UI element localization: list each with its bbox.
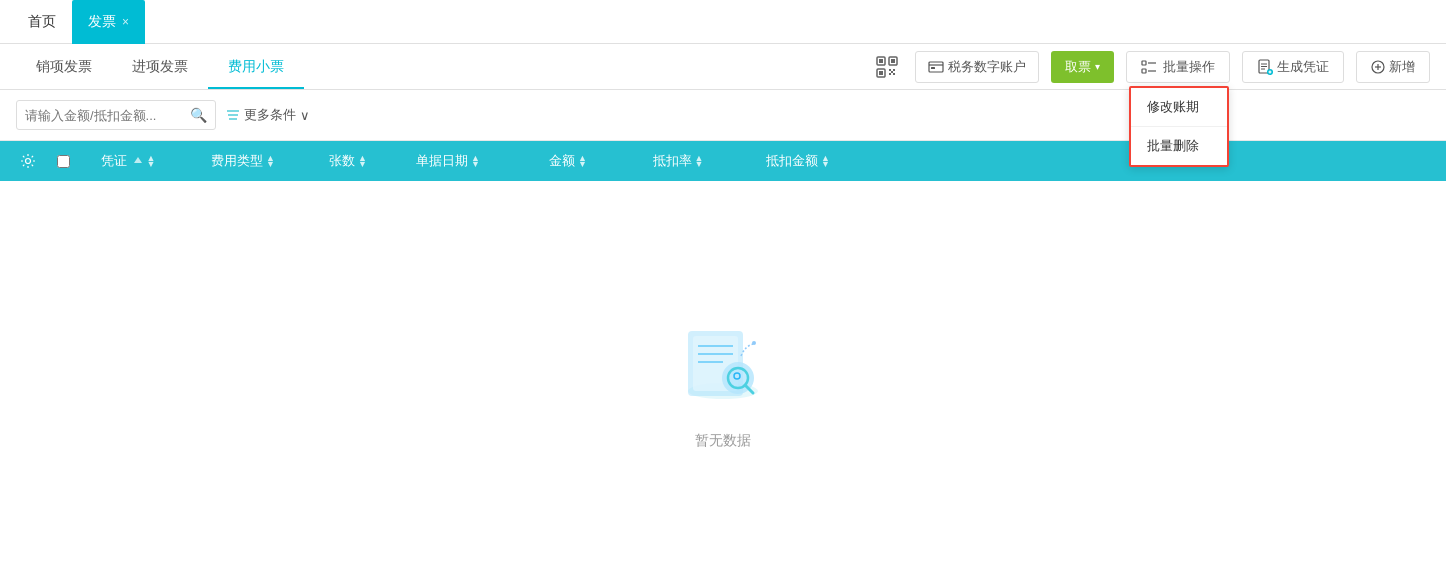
col-amount: 金额 ▲▼: [508, 152, 628, 170]
search-box[interactable]: 🔍: [16, 100, 216, 130]
tax-account-label: 税务数字账户: [948, 58, 1026, 76]
main-content: 🔍 更多条件 ∨ 凭证: [0, 90, 1446, 584]
add-label: 新增: [1389, 58, 1415, 76]
svg-rect-3: [891, 59, 895, 63]
svg-rect-8: [889, 73, 891, 75]
more-filter-label: 更多条件: [244, 106, 296, 124]
svg-rect-11: [929, 62, 943, 72]
generate-voucher-button[interactable]: 生成凭证: [1242, 51, 1344, 83]
tab-input-invoice[interactable]: 进项发票: [112, 44, 208, 89]
svg-point-31: [26, 159, 31, 164]
fetch-arrow-icon: ▾: [1095, 61, 1100, 72]
sub-nav: 销项发票 进项发票 费用小票: [0, 44, 1446, 90]
col-expense-type: 费用类型 ▲▼: [178, 152, 308, 170]
table-header: 凭证 ▲▼ 费用类型 ▲▼ 张数 ▲▼ 单据日期 ▲▼ 金额: [0, 141, 1446, 181]
more-filter-button[interactable]: 更多条件 ∨: [226, 106, 310, 124]
svg-rect-14: [1142, 61, 1146, 65]
dropdown-item-modify-period[interactable]: 修改账期: [1131, 88, 1227, 127]
batch-label: 批量操作: [1163, 58, 1215, 76]
select-all-checkbox[interactable]: [57, 155, 70, 168]
col-count: 张数 ▲▼: [308, 152, 388, 170]
table-body: 暂无数据: [0, 181, 1446, 584]
svg-rect-13: [931, 67, 935, 69]
col-gear[interactable]: [8, 153, 48, 169]
col-checkbox[interactable]: [48, 155, 78, 168]
empty-text: 暂无数据: [695, 432, 751, 450]
tab-label: 发票: [88, 13, 116, 31]
tab-expense-receipt[interactable]: 费用小票: [208, 44, 304, 89]
nav-home[interactable]: 首页: [12, 0, 72, 44]
col-date: 单据日期 ▲▼: [388, 152, 508, 170]
col-deduct-amount: 抵扣金额 ▲▼: [728, 152, 868, 170]
tax-account-button[interactable]: 税务数字账户: [915, 51, 1039, 83]
col-deduct-rate: 抵扣率 ▲▼: [628, 152, 728, 170]
empty-state: 暂无数据: [0, 256, 1446, 510]
svg-rect-10: [891, 71, 893, 73]
svg-rect-5: [879, 71, 883, 75]
dropdown-item-batch-delete[interactable]: 批量删除: [1131, 127, 1227, 165]
svg-marker-32: [134, 157, 142, 163]
batch-operation-button[interactable]: 批量操作 修改账期 批量删除: [1126, 51, 1230, 83]
voucher-label: 生成凭证: [1277, 58, 1329, 76]
col-voucher: 凭证 ▲▼: [78, 152, 178, 170]
fetch-label: 取票: [1065, 58, 1091, 76]
tab-sales-invoice[interactable]: 销项发票: [16, 44, 112, 89]
fetch-invoice-button[interactable]: 取票 ▾: [1051, 51, 1114, 83]
batch-dropdown-menu: 修改账期 批量删除: [1129, 86, 1229, 167]
empty-illustration: [663, 316, 783, 416]
svg-rect-9: [893, 73, 895, 75]
top-nav: 首页 发票 ×: [0, 0, 1446, 44]
svg-rect-6: [889, 69, 891, 71]
close-icon[interactable]: ×: [122, 15, 129, 29]
svg-rect-7: [893, 69, 895, 71]
search-input[interactable]: [25, 108, 186, 123]
nav-tab-invoice[interactable]: 发票 ×: [72, 0, 145, 44]
svg-point-43: [752, 341, 756, 345]
table-area: 凭证 ▲▼ 费用类型 ▲▼ 张数 ▲▼ 单据日期 ▲▼ 金额: [0, 141, 1446, 584]
qr-button[interactable]: [871, 51, 903, 83]
sub-nav-right: 税务数字账户 取票 ▾ 批量操作 修改账期 批量删除: [871, 51, 1430, 83]
add-button[interactable]: 新增: [1356, 51, 1430, 83]
sub-nav-left: 销项发票 进项发票 费用小票: [16, 44, 304, 89]
toolbar: 🔍 更多条件 ∨: [0, 90, 1446, 141]
filter-arrow-icon: ∨: [300, 108, 310, 123]
svg-rect-1: [879, 59, 883, 63]
search-icon[interactable]: 🔍: [190, 107, 207, 123]
svg-rect-15: [1142, 69, 1146, 73]
